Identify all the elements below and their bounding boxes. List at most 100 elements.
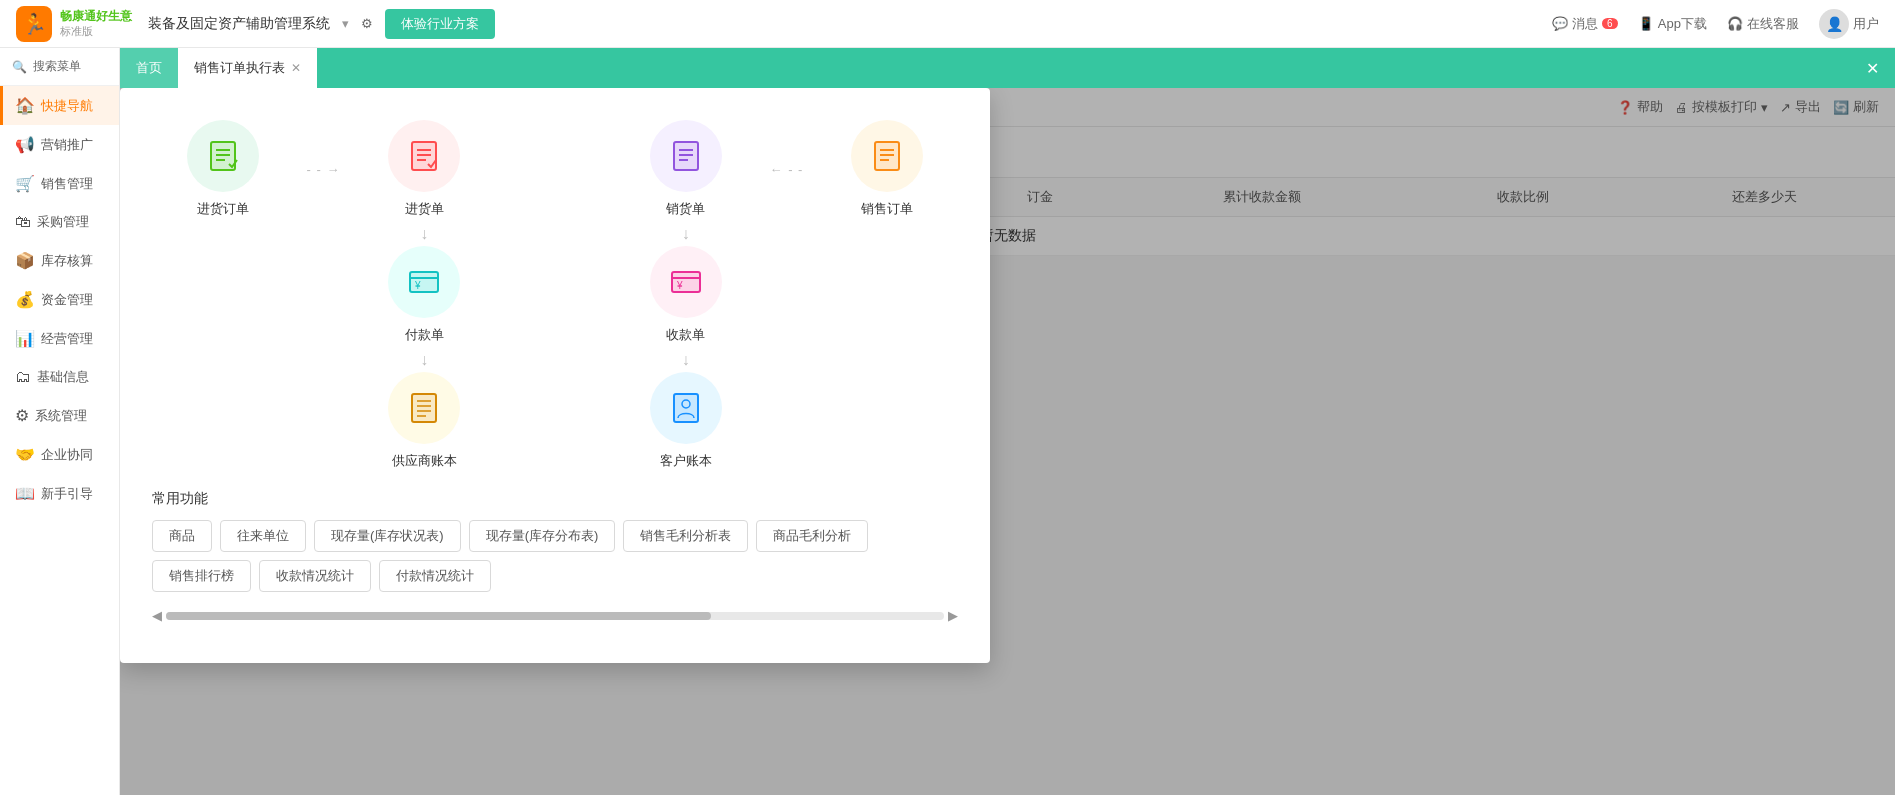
online-service-label: 在线客服 [1747, 15, 1799, 33]
top-bar: 🏃 畅康通好生意 标准版 装备及固定资产辅助管理系统 ▾ ⚙ 体验行业方案 💬 … [0, 0, 1895, 48]
flow-node-sales-bill: 销货单 [615, 120, 757, 218]
func-btn-sales-margin[interactable]: 销售毛利分析表 [623, 520, 748, 552]
sidebar-item-label-finance: 资金管理 [41, 291, 93, 309]
system-icon: ⚙ [15, 406, 29, 425]
app-download-label: App下载 [1658, 15, 1707, 33]
receipt-bill-circle[interactable]: ¥ [650, 246, 722, 318]
purchase-order-circle[interactable] [187, 120, 259, 192]
tab-home[interactable]: 首页 [120, 48, 178, 88]
logo-icon: 🏃 [16, 6, 52, 42]
payment-bill-circle[interactable]: ¥ [388, 246, 460, 318]
func-btn-receipt-stat[interactable]: 收款情况统计 [259, 560, 371, 592]
func-btn-sales-rank[interactable]: 销售排行榜 [152, 560, 251, 592]
func-btn-product-margin[interactable]: 商品毛利分析 [756, 520, 868, 552]
sidebar-item-label-sales: 销售管理 [41, 175, 93, 193]
settings-icon[interactable]: ⚙ [361, 16, 373, 31]
experience-btn[interactable]: 体验行业方案 [385, 9, 495, 39]
flow-node-sales-order: 销售订单 [817, 120, 959, 218]
sales-bill-circle[interactable] [650, 120, 722, 192]
avatar: 👤 [1819, 9, 1849, 39]
func-btn-product[interactable]: 商品 [152, 520, 212, 552]
supplier-ledger-label: 供应商账本 [392, 452, 457, 470]
arrow-down-purchase-bill: ↓ [354, 226, 496, 242]
flow-node-receipt-bill: ¥ 收款单 [615, 246, 757, 344]
online-service-item[interactable]: 🎧 在线客服 [1727, 15, 1799, 33]
message-label: 消息 [1572, 15, 1598, 33]
search-menu[interactable]: 🔍 搜索菜单 [0, 48, 119, 86]
flow-node-purchase-bill: 进货单 [354, 120, 496, 218]
flow-node-supplier-ledger: 供应商账本 [354, 372, 496, 470]
sidebar-item-label-purchase: 采购管理 [37, 213, 89, 231]
func-btn-partner[interactable]: 往来单位 [220, 520, 306, 552]
finance-icon: 💰 [15, 290, 35, 309]
tab-bar-close[interactable]: ✕ [1866, 59, 1895, 78]
basic-icon: 🗂 [15, 368, 31, 386]
logo-line2: 标准版 [60, 24, 132, 38]
enterprise-icon: 🤝 [15, 445, 35, 464]
sidebar-item-finance[interactable]: 💰 资金管理 [0, 280, 119, 319]
scroll-left-arrow[interactable]: ◀ [152, 608, 162, 623]
inventory-icon: 📦 [15, 251, 35, 270]
purchase-bill-circle[interactable] [388, 120, 460, 192]
sidebar-item-system[interactable]: ⚙ 系统管理 [0, 396, 119, 435]
app-download-icon: 📱 [1638, 16, 1654, 31]
arrow-down-receipt-bill: ↓ [615, 352, 757, 368]
flow-modal-overlay: 进货订单 - - → 进货单 [120, 88, 1895, 795]
purchase-order-label: 进货订单 [197, 200, 249, 218]
flow-node-customer-ledger: 客户账本 [615, 372, 757, 470]
sidebar-item-label-quick: 快捷导航 [41, 97, 93, 115]
scroll-track[interactable] [166, 612, 944, 620]
quick-icon: 🏠 [15, 96, 35, 115]
sidebar-item-label-newbie: 新手引导 [41, 485, 93, 503]
operation-icon: 📊 [15, 329, 35, 348]
sidebar-item-operation[interactable]: 📊 经营管理 [0, 319, 119, 358]
func-btn-stock-dist[interactable]: 现存量(库存分布表) [469, 520, 616, 552]
newbie-icon: 📖 [15, 484, 35, 503]
message-badge: 6 [1602, 18, 1618, 29]
sidebar-item-label-basic: 基础信息 [37, 368, 89, 386]
func-btn-stock-status[interactable]: 现存量(库存状况表) [314, 520, 461, 552]
online-service-icon: 🎧 [1727, 16, 1743, 31]
func-btn-payment-stat[interactable]: 付款情况统计 [379, 560, 491, 592]
system-title: 装备及固定资产辅助管理系统 [148, 15, 330, 33]
sidebar-item-label-inventory: 库存核算 [41, 252, 93, 270]
supplier-ledger-circle[interactable] [388, 372, 460, 444]
message-item[interactable]: 💬 消息 6 [1552, 15, 1618, 33]
sidebar-item-newbie[interactable]: 📖 新手引导 [0, 474, 119, 513]
sidebar-item-basic[interactable]: 🗂 基础信息 [0, 358, 119, 396]
scroll-bar [166, 612, 711, 620]
tab-sales-order-exec[interactable]: 销售订单执行表 ✕ [178, 48, 317, 88]
sales-bill-label: 销货单 [666, 200, 705, 218]
app-download-item[interactable]: 📱 App下载 [1638, 15, 1707, 33]
logo-text: 畅康通好生意 标准版 [60, 9, 132, 39]
flow-modal: 进货订单 - - → 进货单 [120, 88, 990, 663]
scroll-right-arrow[interactable]: ▶ [948, 608, 958, 623]
sidebar-item-label-marketing: 营销推广 [41, 136, 93, 154]
system-title-chevron[interactable]: ▾ [342, 16, 349, 31]
sidebar-item-marketing[interactable]: 📢 营销推广 [0, 125, 119, 164]
function-btns-row2: 销售排行榜 收款情况统计 付款情况统计 [152, 560, 958, 592]
page-content: ❓ 帮助 🖨 按模板打印 ▾ ↗ 导出 🔄 刷新 [120, 88, 1895, 795]
flow-node-payment-bill: ¥ 付款单 [354, 246, 496, 344]
scroll-hint: ◀ ▶ [152, 600, 958, 631]
common-functions: 常用功能 商品 往来单位 现存量(库存状况表) 现存量(库存分布表) 销售毛利分… [152, 490, 958, 592]
message-icon: 💬 [1552, 16, 1568, 31]
main-layout: 🔍 搜索菜单 🏠 快捷导航 📢 营销推广 🛒 销售管理 🛍 采购管理 📦 [0, 48, 1895, 795]
user-item[interactable]: 👤 用户 [1819, 9, 1879, 39]
sidebar-item-inventory[interactable]: 📦 库存核算 [0, 241, 119, 280]
sidebar-item-quick[interactable]: 🏠 快捷导航 [0, 86, 119, 125]
svg-text:¥: ¥ [676, 280, 683, 291]
sidebar-item-label-operation: 经营管理 [41, 330, 93, 348]
purchase-bill-label: 进货单 [405, 200, 444, 218]
tab-close-icon[interactable]: ✕ [291, 61, 301, 75]
tab-sales-order-exec-label: 销售订单执行表 [194, 59, 285, 77]
sidebar-item-label-enterprise: 企业协同 [41, 446, 93, 464]
customer-ledger-circle[interactable] [650, 372, 722, 444]
sidebar-item-purchase[interactable]: 🛍 采购管理 [0, 203, 119, 241]
sales-order-circle[interactable] [851, 120, 923, 192]
sales-icon: 🛒 [15, 174, 35, 193]
sidebar: 🔍 搜索菜单 🏠 快捷导航 📢 营销推广 🛒 销售管理 🛍 采购管理 📦 [0, 48, 120, 795]
sidebar-item-sales[interactable]: 🛒 销售管理 [0, 164, 119, 203]
sidebar-item-enterprise[interactable]: 🤝 企业协同 [0, 435, 119, 474]
sales-order-label: 销售订单 [861, 200, 913, 218]
